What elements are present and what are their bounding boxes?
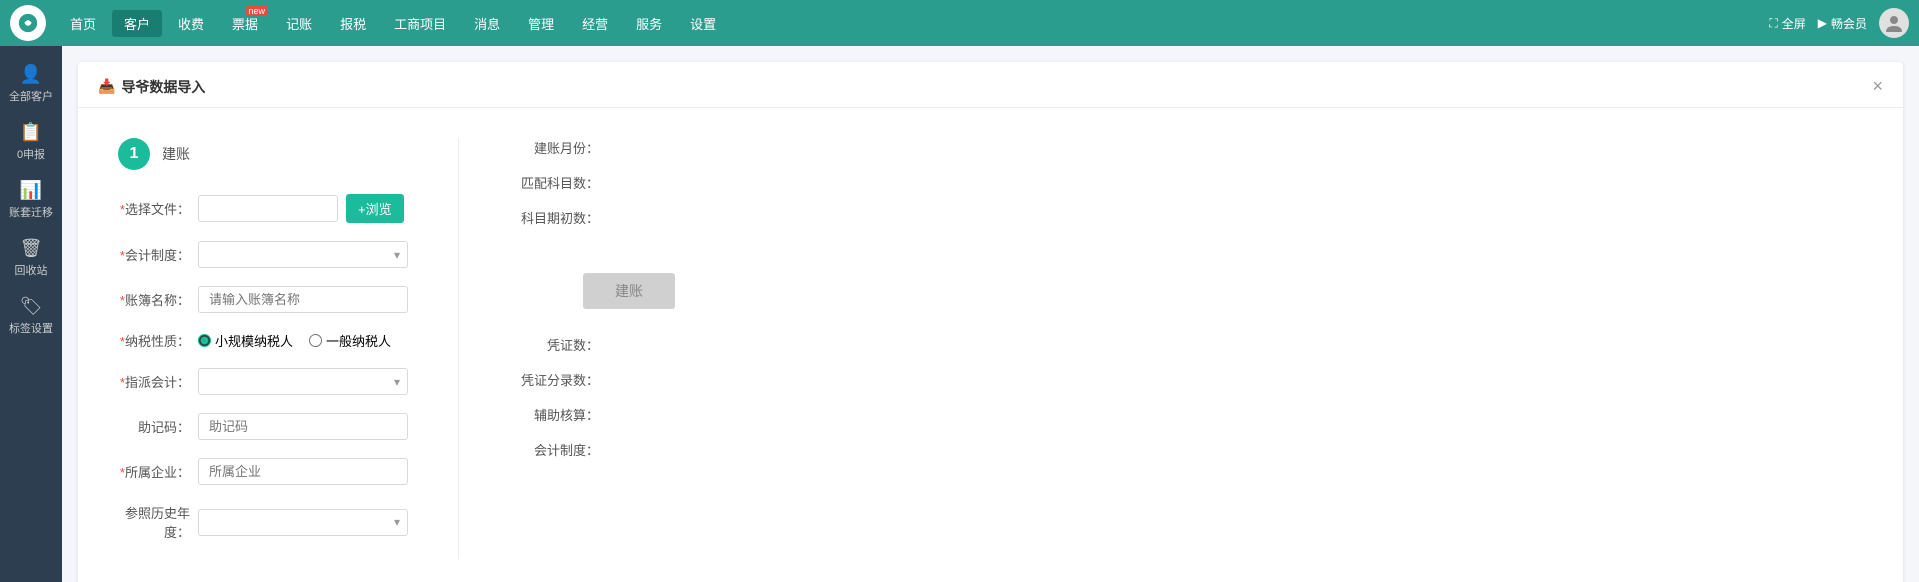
- modal-title-text: 导爷数据导入: [121, 77, 205, 97]
- close-button[interactable]: ×: [1872, 76, 1883, 97]
- info-voucher-entries-row: 凭证分录数：: [509, 370, 749, 389]
- info-period-row: 科目期初数：: [509, 208, 749, 227]
- nav-right: ⛶ 全屏 ▶ 畅会员: [1769, 8, 1909, 38]
- sidebar-item-tag-settings[interactable]: 🏷 标签设置: [0, 288, 62, 344]
- avatar[interactable]: [1879, 8, 1909, 38]
- file-input[interactable]: [198, 195, 338, 222]
- file-label: *选择文件：: [118, 199, 190, 218]
- nav-item-bookkeeping[interactable]: 记账: [274, 10, 324, 37]
- company-row: *所属企业：: [118, 458, 408, 485]
- step-label: 建账: [162, 144, 190, 164]
- info-voucher-row: 凭证数：: [509, 335, 749, 354]
- fullscreen-icon: ⛶: [1769, 16, 1777, 31]
- company-input[interactable]: [198, 458, 408, 485]
- nav-item-client[interactable]: 客户: [112, 10, 162, 37]
- ledger-input[interactable]: [198, 286, 408, 313]
- sidebar-item-all-clients[interactable]: 👤 全部客户: [0, 56, 62, 112]
- tax-option-small[interactable]: 小规模纳税人: [198, 331, 293, 350]
- modal-panel: 📥 导爷数据导入 × 1 建账: [78, 62, 1903, 582]
- form-section: *选择文件： +浏览 *会计制度：: [118, 194, 408, 559]
- nav-item-manage[interactable]: 管理: [516, 10, 566, 37]
- memo-label: 助记码：: [118, 417, 190, 436]
- modal-body: 1 建账 *选择文件： +浏览: [78, 108, 1903, 582]
- info-aux-label: 辅助核算：: [509, 405, 599, 424]
- company-label: *所属企业：: [118, 462, 190, 481]
- nav-item-home[interactable]: 首页: [58, 10, 108, 37]
- info-accounting-system-label: 会计制度：: [509, 440, 599, 459]
- new-badge: new: [246, 6, 269, 16]
- accounting-select[interactable]: [198, 241, 408, 268]
- accountant-row: *指派会计：: [118, 368, 408, 395]
- step-header: 1 建账: [118, 138, 408, 170]
- modal-title-icon: 📥: [98, 78, 115, 95]
- info-voucher-label: 凭证数：: [509, 335, 599, 354]
- fullscreen-btn[interactable]: ⛶ 全屏: [1769, 15, 1805, 32]
- tax-label: *纳税性质：: [118, 331, 190, 350]
- info-month-row: 建账月份：: [509, 138, 749, 157]
- info-voucher-entries-label: 凭证分录数：: [509, 370, 599, 389]
- nav-item-settings[interactable]: 设置: [678, 10, 728, 37]
- history-label: 参照历史年度：: [118, 503, 190, 541]
- sidebar-item-recycle[interactable]: 🗑 回收站: [0, 230, 62, 286]
- history-select-wrapper: [198, 509, 408, 536]
- modal-header: 📥 导爷数据导入 ×: [78, 62, 1903, 108]
- top-nav: 首页 客户 收费 票据 new 记账 报税 工商项目 消息 管理 经营 服务 设…: [0, 0, 1919, 46]
- info-section: 建账月份： 匹配科目数： 科目期初数： 建账: [509, 138, 749, 559]
- accounting-select-wrapper: [198, 241, 408, 268]
- accounting-label: *会计制度：: [118, 245, 190, 264]
- nav-item-message[interactable]: 消息: [462, 10, 512, 37]
- ledger-row: *账簿名称：: [118, 286, 408, 313]
- accounting-row: *会计制度：: [118, 241, 408, 268]
- nav-item-tax[interactable]: 报税: [328, 10, 378, 37]
- build-button[interactable]: 建账: [583, 273, 675, 309]
- tax-option-general[interactable]: 一般纳税人: [309, 331, 391, 350]
- accountant-select-wrapper: [198, 368, 408, 395]
- info-match-row: 匹配科目数：: [509, 173, 749, 192]
- accountant-select[interactable]: [198, 368, 408, 395]
- migration-icon: 📊: [20, 180, 42, 201]
- tag-settings-icon: 🏷: [20, 296, 43, 317]
- nav-item-business[interactable]: 工商项目: [382, 10, 458, 37]
- accountant-label: *指派会计：: [118, 372, 190, 391]
- logo[interactable]: [10, 5, 46, 41]
- step-circle: 1: [118, 138, 150, 170]
- all-clients-icon: 👤: [20, 64, 42, 85]
- info-match-label: 匹配科目数：: [509, 173, 599, 192]
- nav-item-fee[interactable]: 收费: [166, 10, 216, 37]
- zero-report-icon: 📋: [20, 122, 42, 143]
- sidebar-item-zero-report[interactable]: 📋 0申报: [0, 114, 62, 170]
- memo-input[interactable]: [198, 413, 408, 440]
- file-row: *选择文件： +浏览: [118, 194, 408, 223]
- nav-item-operation[interactable]: 经营: [570, 10, 620, 37]
- info-month-label: 建账月份：: [509, 138, 599, 157]
- recycle-icon: 🗑: [20, 238, 43, 259]
- nav-item-service[interactable]: 服务: [624, 10, 674, 37]
- ledger-label: *账簿名称：: [118, 290, 190, 309]
- browse-button[interactable]: +浏览: [346, 194, 404, 223]
- info-aux-row: 辅助核算：: [509, 405, 749, 424]
- tax-row: *纳税性质： 小规模纳税人 一般纳税人: [118, 331, 408, 350]
- content: 📥 导爷数据导入 × 1 建账: [62, 46, 1919, 582]
- history-row: 参照历史年度：: [118, 503, 408, 541]
- history-select[interactable]: [198, 509, 408, 536]
- info-period-label: 科目期初数：: [509, 208, 599, 227]
- layout: 👤 全部客户 📋 0申报 📊 账套迁移 🗑 回收站 🏷 标签设置 📥 导: [0, 46, 1919, 582]
- section-divider: [458, 138, 459, 559]
- sidebar: 👤 全部客户 📋 0申报 📊 账套迁移 🗑 回收站 🏷 标签设置: [0, 46, 62, 582]
- vip-icon: ▶: [1818, 16, 1827, 30]
- info-accounting-system-row: 会计制度：: [509, 440, 749, 459]
- sidebar-item-migration[interactable]: 📊 账套迁移: [0, 172, 62, 228]
- memo-row: 助记码：: [118, 413, 408, 440]
- vip-btn[interactable]: ▶ 畅会员: [1818, 15, 1867, 32]
- modal-title: 📥 导爷数据导入: [98, 77, 205, 97]
- tax-radio-group: 小规模纳税人 一般纳税人: [198, 331, 391, 350]
- nav-item-invoice[interactable]: 票据 new: [220, 10, 270, 37]
